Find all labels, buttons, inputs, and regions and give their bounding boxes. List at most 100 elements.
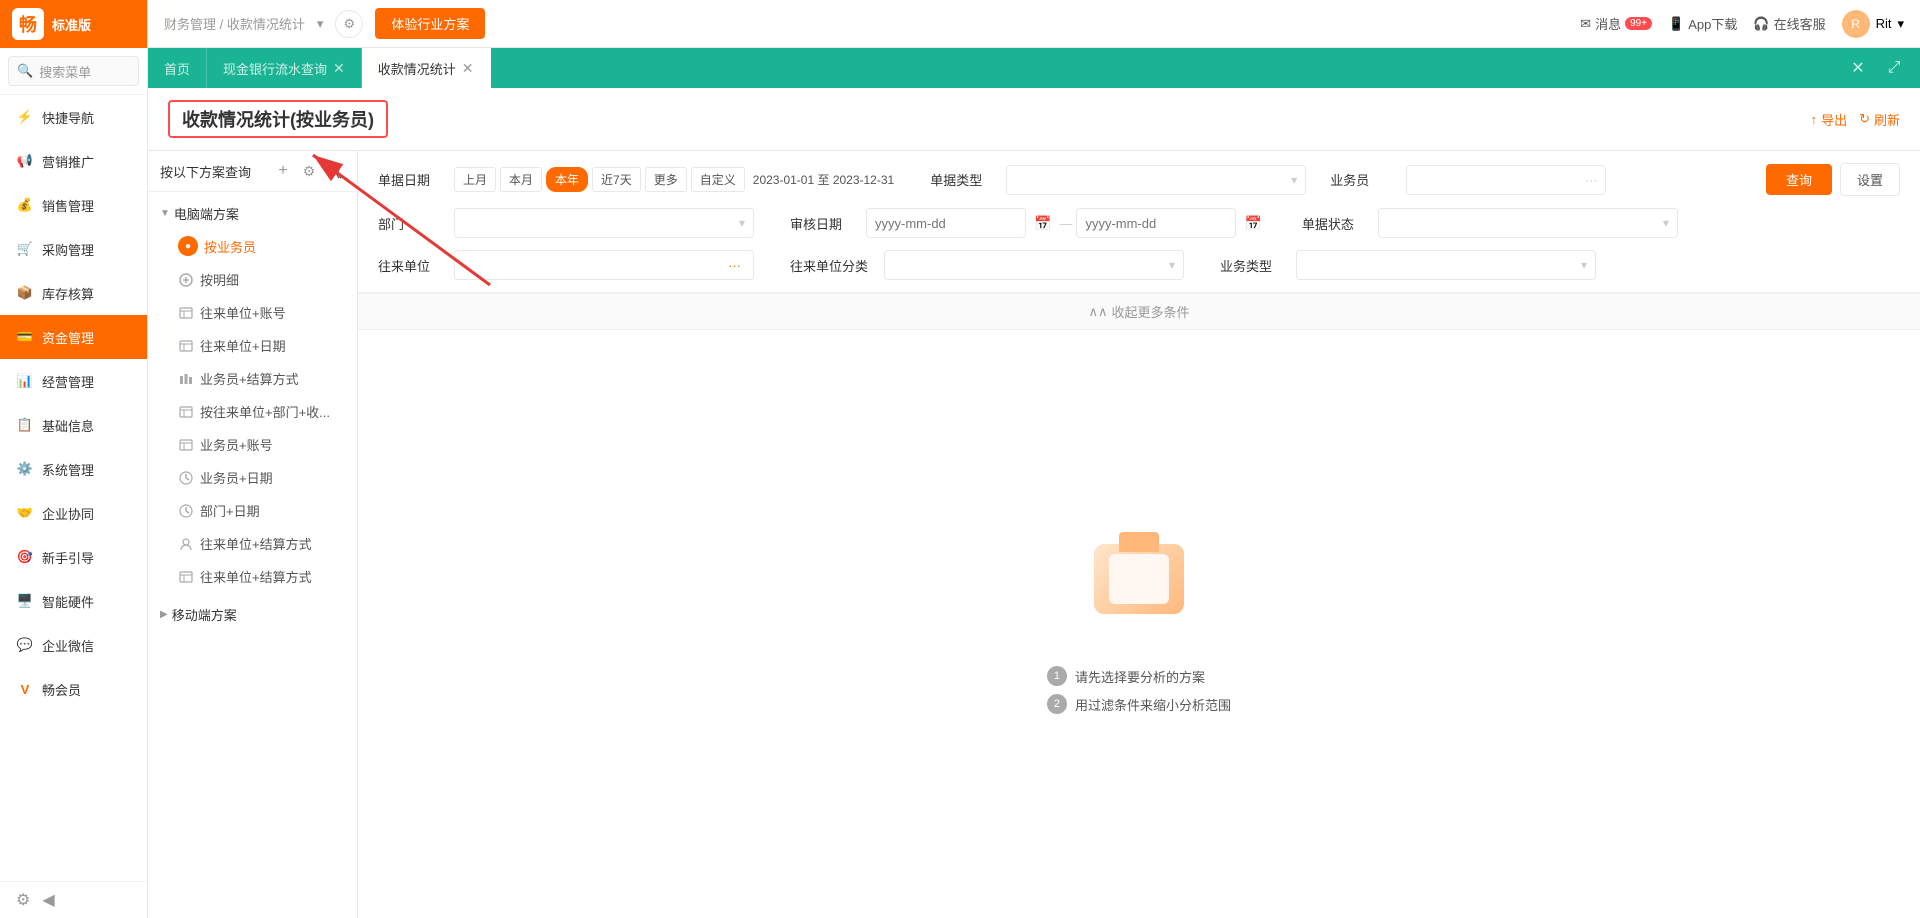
add-scheme-button[interactable]: +: [273, 161, 293, 181]
search-menu-button[interactable]: 🔍 搜索菜单: [8, 56, 139, 86]
scheme-settings-button[interactable]: ⚙: [299, 161, 319, 181]
tree-item-partner-payment2[interactable]: 往来单位+结算方式: [148, 560, 357, 593]
close-window-icon[interactable]: ✕: [1844, 54, 1872, 82]
tab-receipt-stats-label: 收款情况统计: [378, 59, 456, 78]
tree-item-salesperson-payment[interactable]: 业务员+结算方式: [148, 362, 357, 395]
maximize-window-icon[interactable]: ⤢: [1880, 54, 1908, 82]
sidebar-item-sales[interactable]: 💰 销售管理: [0, 183, 147, 227]
date-quick-buttons: 上月 本月 本年 近7天 更多 自定义 2023-01-01 至 2023-12…: [454, 167, 894, 192]
breadcrumb: 财务管理 / 收款情况统计: [164, 14, 305, 33]
partner-more-icon[interactable]: ···: [724, 258, 745, 273]
mobile-scheme-group[interactable]: ▶ 移动端方案: [148, 599, 357, 630]
sidebar-item-system[interactable]: ⚙️ 系统管理: [0, 447, 147, 491]
footer-settings-icon[interactable]: ⚙: [16, 890, 30, 910]
date-custom[interactable]: 自定义: [691, 167, 745, 192]
user-profile[interactable]: R Rit ▾: [1842, 10, 1904, 38]
sidebar-item-quick-nav[interactable]: ⚡ 快捷导航: [0, 95, 147, 139]
search-menu-label: 搜索菜单: [39, 62, 91, 81]
tab-bank-flow-label: 现金银行流水查询: [223, 59, 327, 78]
empty-illustration: [1079, 534, 1199, 654]
tab-receipt-stats-close[interactable]: ✕: [462, 61, 474, 75]
download-icon: 📱: [1668, 16, 1684, 32]
tree-item-partner-dept[interactable]: 按往来单位+部门+收...: [148, 395, 357, 428]
partner-select[interactable]: ···: [454, 250, 754, 280]
salesperson-select[interactable]: ···: [1406, 165, 1606, 195]
query-button[interactable]: 查询: [1766, 164, 1832, 195]
sidebar-item-wechat[interactable]: 💬 企业微信: [0, 623, 147, 667]
audit-end-calendar-icon[interactable]: 📅: [1240, 215, 1265, 232]
sidebar-item-purchase[interactable]: 🛒 采购管理: [0, 227, 147, 271]
empty-step-1: 1 请先选择要分析的方案: [1047, 666, 1231, 686]
collapse-bar[interactable]: ∧∧ 收起更多条件: [358, 293, 1920, 330]
date-last-month[interactable]: 上月: [454, 167, 496, 192]
footer-collapse-icon[interactable]: ◀: [42, 890, 54, 910]
sidebar-item-vip[interactable]: V 畅会员: [0, 667, 147, 711]
date-last-7-days[interactable]: 近7天: [592, 167, 641, 192]
system-icon: ⚙️: [16, 460, 34, 478]
sidebar-item-finance[interactable]: 💳 资金管理: [0, 315, 147, 359]
user-dropdown-icon: ▾: [1897, 16, 1904, 32]
biz-type-select[interactable]: ▾: [1296, 250, 1596, 280]
step-1-label: 请先选择要分析的方案: [1075, 667, 1205, 686]
date-this-month[interactable]: 本月: [500, 167, 542, 192]
guide-icon: 🎯: [16, 548, 34, 566]
audit-date-end-input[interactable]: [1076, 208, 1236, 238]
dept-select[interactable]: ▾: [454, 208, 754, 238]
left-panel-title: 按以下方案查询: [160, 162, 251, 181]
date-range-display: 2023-01-01 至 2023-12-31: [753, 171, 894, 188]
tree-item-by-detail[interactable]: 按明细: [148, 263, 357, 296]
partner-category-select[interactable]: ▾: [884, 250, 1184, 280]
tree-item-partner-payment1[interactable]: 往来单位+结算方式: [148, 527, 357, 560]
dept-label: 部门: [378, 214, 438, 233]
tree-item-partner-date[interactable]: 往来单位+日期: [148, 329, 357, 362]
export-button[interactable]: ↑ 导出: [1811, 110, 1848, 129]
date-this-year[interactable]: 本年: [546, 167, 588, 192]
tree-item-salesperson-account[interactable]: 业务员+账号: [148, 428, 357, 461]
sidebar-item-corp[interactable]: 🤝 企业协同: [0, 491, 147, 535]
settings-button[interactable]: 设置: [1840, 163, 1900, 196]
online-service-label: 在线客服: [1774, 14, 1826, 33]
sidebar-item-hardware[interactable]: 🖥️ 智能硬件: [0, 579, 147, 623]
sidebar-footer: ⚙ ◀: [0, 881, 147, 918]
sales-icon: 💰: [16, 196, 34, 214]
topbar-settings-btn[interactable]: ⚙: [335, 10, 363, 38]
audit-start-calendar-icon[interactable]: 📅: [1030, 215, 1055, 232]
sidebar-item-marketing[interactable]: 📢 营销推广: [0, 139, 147, 183]
tree-item-by-salesperson[interactable]: ● 按业务员: [148, 229, 357, 263]
service-icon: 🎧: [1753, 16, 1769, 32]
sidebar-item-guide[interactable]: 🎯 新手引导: [0, 535, 147, 579]
sidebar-item-operation[interactable]: 📊 经营管理: [0, 359, 147, 403]
date-more[interactable]: 更多: [645, 167, 687, 192]
audit-date-label: 审核日期: [790, 214, 850, 233]
app-download-button[interactable]: 📱 App下载: [1668, 14, 1737, 33]
desktop-scheme-group[interactable]: ▼ 电脑端方案: [148, 198, 357, 229]
refresh-button[interactable]: ↻ 刷新: [1859, 110, 1900, 129]
doc-type-select[interactable]: ▾: [1006, 165, 1306, 195]
content-area: 收款情况统计(按业务员) ↑ 导出 ↻ 刷新 按以下方案查询 +: [148, 88, 1920, 918]
sidebar-item-warehouse[interactable]: 📦 库存核算: [0, 271, 147, 315]
message-button[interactable]: ✉ 消息 99+: [1580, 14, 1652, 33]
tab-bank-flow[interactable]: 现金银行流水查询 ✕: [207, 48, 362, 88]
solution-button[interactable]: 体验行业方案: [375, 8, 485, 39]
desktop-scheme-label: 电脑端方案: [174, 204, 239, 223]
tree-item-partner-account[interactable]: 往来单位+账号: [148, 296, 357, 329]
doc-status-select[interactable]: ▾: [1378, 208, 1678, 238]
tree-item-dept-date[interactable]: 部门+日期: [148, 494, 357, 527]
expand-desktop-icon: ▼: [160, 208, 170, 219]
tab-receipt-stats[interactable]: 收款情况统计 ✕: [362, 48, 491, 88]
quick-nav-icon: ⚡: [16, 108, 34, 126]
tree-item-salesperson-date[interactable]: 业务员+日期: [148, 461, 357, 494]
breadcrumb-dropdown-icon[interactable]: ▾: [317, 16, 324, 32]
audit-date-start-input[interactable]: [866, 208, 1026, 238]
online-service-button[interactable]: 🎧 在线客服: [1753, 14, 1825, 33]
tab-bank-flow-close[interactable]: ✕: [333, 61, 345, 75]
tabbar: 首页 现金银行流水查询 ✕ 收款情况统计 ✕ ✕ ⤢: [148, 48, 1920, 88]
biz-type-label: 业务类型: [1220, 256, 1280, 275]
doc-type-label: 单据类型: [930, 170, 990, 189]
sidebar-item-basic[interactable]: 📋 基础信息: [0, 403, 147, 447]
tab-home[interactable]: 首页: [148, 48, 207, 88]
collapse-conditions-button[interactable]: ∧∧ 收起更多条件: [1088, 302, 1189, 321]
hardware-icon: 🖥️: [16, 592, 34, 610]
collapse-panel-button[interactable]: 《: [325, 161, 345, 181]
dept-date-icon: [178, 503, 194, 519]
